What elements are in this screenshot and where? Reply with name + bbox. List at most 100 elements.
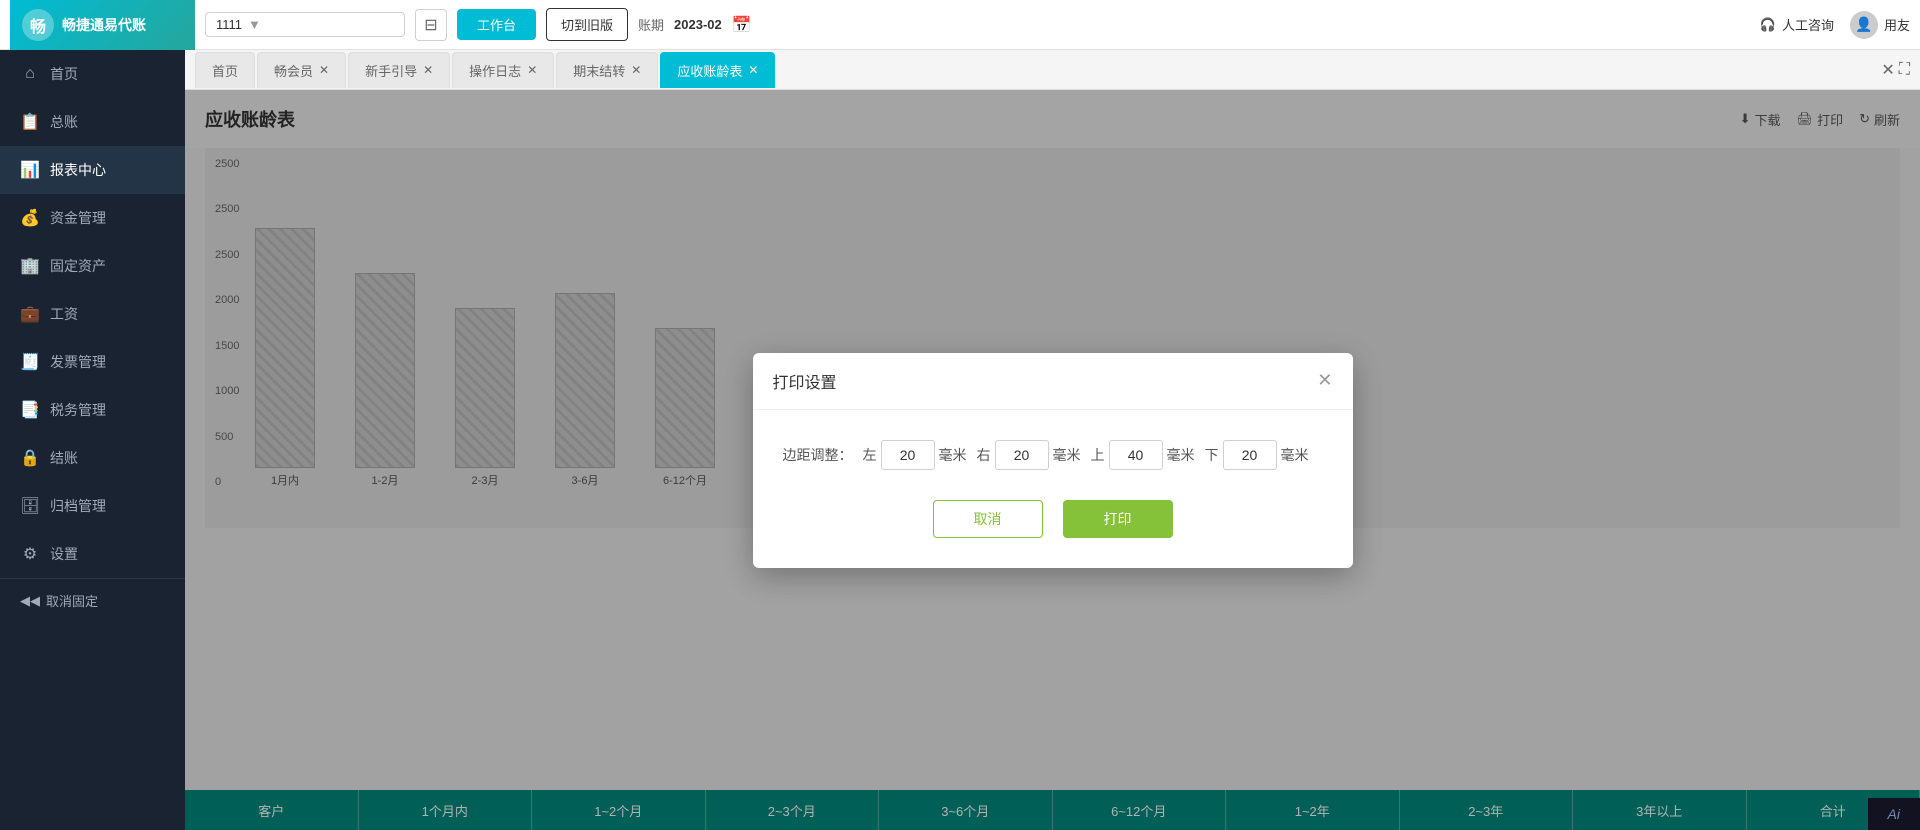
tab-close-icon[interactable]: ✕: [319, 63, 329, 77]
tab-home[interactable]: 首页: [195, 52, 255, 88]
dialog-footer: 取消 打印: [753, 490, 1353, 568]
tab-aging[interactable]: 应收账龄表 ✕: [660, 52, 775, 88]
invoice-icon: 🧾: [20, 352, 40, 372]
sidebar-item-label: 报表中心: [50, 160, 106, 180]
tab-close-icon[interactable]: ✕: [527, 63, 537, 77]
company-selector[interactable]: 1111 ▼: [205, 12, 405, 37]
sidebar-item-tax[interactable]: 📑 税务管理: [0, 386, 185, 434]
unit-label: 毫米: [1281, 445, 1309, 465]
logo-area: 畅 畅捷通易代账: [10, 0, 195, 50]
sidebar-item-reports[interactable]: 📊 报表中心: [0, 146, 185, 194]
tab-label: 期末结转: [573, 61, 625, 80]
tab-guide[interactable]: 新手引导 ✕: [348, 52, 450, 88]
sidebar-item-ledger[interactable]: 📋 总账: [0, 98, 185, 146]
sidebar-item-assets[interactable]: 🏢 固定资产: [0, 242, 185, 290]
left-margin-input[interactable]: [881, 440, 935, 470]
home-icon: ⌂: [20, 65, 40, 83]
sidebar-item-label: 归档管理: [50, 496, 106, 516]
top-margin-input[interactable]: [1109, 440, 1163, 470]
funds-icon: 💰: [20, 208, 40, 228]
sidebar-item-archive[interactable]: 🗄 归档管理: [0, 482, 185, 530]
right-prefix: 右: [977, 445, 991, 465]
print-settings-dialog: 打印设置 ✕ 边距调整： 左 毫米 右: [753, 353, 1353, 568]
page-content: 应收账龄表 ⬇ 下载 🖨 打印 ↻ 刷新: [185, 90, 1920, 830]
tab-label: 首页: [212, 61, 238, 80]
bottom-margin-input[interactable]: [1223, 440, 1277, 470]
archive-icon: 🗄: [20, 496, 40, 516]
tab-label: 应收账龄表: [677, 61, 742, 80]
consult-label: 人工咨询: [1782, 15, 1834, 34]
sidebar: ⌂ 首页 📋 总账 📊 报表中心 💰 资金管理 🏢 固定资产 💼 工资 🧾 发票…: [0, 50, 185, 830]
collapse-icon: ◀◀: [20, 593, 40, 609]
sidebar-item-invoice[interactable]: 🧾 发票管理: [0, 338, 185, 386]
workbench-button[interactable]: 工作台: [457, 9, 536, 40]
sidebar-item-label: 工资: [50, 304, 78, 324]
sidebar-item-label: 资金管理: [50, 208, 106, 228]
switch-version-button[interactable]: 切到旧版: [546, 8, 628, 41]
sidebar-item-label: 设置: [50, 544, 78, 564]
dialog-close-button[interactable]: ✕: [1317, 370, 1332, 391]
sidebar-item-label: 结账: [50, 448, 78, 468]
bottom-margin-group: 下 毫米: [1205, 440, 1309, 470]
tab-log[interactable]: 操作日志 ✕: [452, 52, 554, 88]
tab-close-icon[interactable]: ✕: [423, 63, 433, 77]
content-area: 首页 畅会员 ✕ 新手引导 ✕ 操作日志 ✕ 期末结转 ✕ 应收账龄表 ✕: [185, 50, 1920, 830]
right-margin-group: 右 毫米: [977, 440, 1081, 470]
tab-close-icon[interactable]: ✕: [748, 63, 758, 77]
period-label: 账期: [638, 15, 664, 34]
sidebar-item-label: 总账: [50, 112, 78, 132]
bottom-prefix: 下: [1205, 445, 1219, 465]
avatar: 👤: [1850, 11, 1878, 39]
sidebar-item-home[interactable]: ⌂ 首页: [0, 50, 185, 98]
copy-button[interactable]: ⊟: [415, 9, 447, 41]
user-area[interactable]: 👤 用友: [1850, 11, 1910, 39]
sidebar-item-close[interactable]: 🔒 结账: [0, 434, 185, 482]
tax-icon: 📑: [20, 400, 40, 420]
sidebar-item-funds[interactable]: 💰 资金管理: [0, 194, 185, 242]
top-header: 畅 畅捷通易代账 1111 ▼ ⊟ 工作台 切到旧版 账期 2023-02 📅 …: [0, 0, 1920, 50]
tab-bar: 首页 畅会员 ✕ 新手引导 ✕ 操作日志 ✕ 期末结转 ✕ 应收账龄表 ✕: [185, 50, 1920, 90]
top-margin-group: 上 毫米: [1091, 440, 1195, 470]
calendar-icon[interactable]: 📅: [732, 15, 752, 35]
company-name: 1111: [216, 17, 242, 32]
sidebar-item-label: 固定资产: [50, 256, 106, 276]
ledger-icon: 📋: [20, 112, 40, 132]
payroll-icon: 💼: [20, 304, 40, 324]
tab-label: 新手引导: [365, 61, 417, 80]
tab-member[interactable]: 畅会员 ✕: [257, 52, 346, 88]
print-confirm-button[interactable]: 打印: [1063, 500, 1173, 538]
close-all-button[interactable]: ✕: [1881, 60, 1894, 80]
logo-icon: 畅: [22, 9, 54, 41]
main-layout: ⌂ 首页 📋 总账 📊 报表中心 💰 资金管理 🏢 固定资产 💼 工资 🧾 发票…: [0, 50, 1920, 830]
sidebar-item-settings[interactable]: ⚙ 设置: [0, 530, 185, 578]
right-margin-input[interactable]: [995, 440, 1049, 470]
unit-label: 毫米: [1167, 445, 1195, 465]
maximize-button[interactable]: ⛶: [1899, 60, 1910, 80]
tab-label: 操作日志: [469, 61, 521, 80]
margin-label: 边距调整：: [783, 445, 853, 465]
tab-label: 畅会员: [274, 61, 313, 80]
sidebar-collapse-button[interactable]: ◀◀ 取消固定: [0, 578, 185, 622]
left-margin-group: 左 毫米: [863, 440, 967, 470]
dialog-header: 打印设置 ✕: [753, 353, 1353, 410]
sidebar-item-label: 首页: [50, 64, 78, 84]
margin-row: 边距调整： 左 毫米 右 毫米: [783, 440, 1323, 470]
cancel-button[interactable]: 取消: [933, 500, 1043, 538]
dialog-overlay: 打印设置 ✕ 边距调整： 左 毫米 右: [185, 90, 1920, 830]
top-prefix: 上: [1091, 445, 1105, 465]
sidebar-item-payroll[interactable]: 💼 工资: [0, 290, 185, 338]
header-right: 🎧 人工咨询 👤 用友: [1760, 11, 1910, 39]
user-name: 用友: [1884, 15, 1910, 34]
unit-label: 毫米: [1053, 445, 1081, 465]
close-period-icon: 🔒: [20, 448, 40, 468]
collapse-label: 取消固定: [46, 591, 98, 610]
consult-button[interactable]: 🎧 人工咨询: [1760, 15, 1834, 34]
tab-close-icon[interactable]: ✕: [631, 63, 641, 77]
tab-period-end[interactable]: 期末结转 ✕: [556, 52, 658, 88]
dialog-title: 打印设置: [773, 369, 837, 393]
dialog-body: 边距调整： 左 毫米 右 毫米: [753, 410, 1353, 490]
assets-icon: 🏢: [20, 256, 40, 276]
period-value: 2023-02: [674, 17, 722, 32]
left-prefix: 左: [863, 445, 877, 465]
sidebar-item-label: 发票管理: [50, 352, 106, 372]
